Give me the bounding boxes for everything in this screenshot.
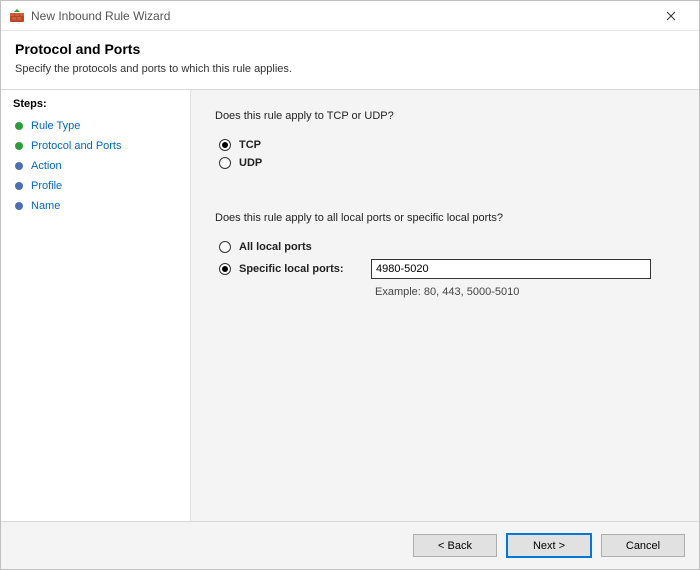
step-bullet-icon (15, 162, 23, 170)
radio-udp[interactable]: UDP (219, 154, 675, 172)
question-protocol: Does this rule apply to TCP or UDP? (215, 110, 675, 122)
radio-specific-ports-label: Specific local ports: (239, 263, 359, 275)
step-name[interactable]: Name (13, 196, 178, 216)
step-label: Profile (31, 180, 62, 192)
step-rule-type[interactable]: Rule Type (13, 116, 178, 136)
radio-icon (219, 263, 231, 275)
step-label: Action (31, 160, 62, 172)
ports-example-text: Example: 80, 443, 5000-5010 (375, 286, 675, 298)
step-bullet-icon (15, 122, 23, 130)
radio-icon (219, 241, 231, 253)
page-title: Protocol and Ports (15, 41, 685, 57)
step-label: Protocol and Ports (31, 140, 122, 152)
page-header: Protocol and Ports Specify the protocols… (1, 31, 699, 90)
close-icon (666, 8, 676, 24)
step-bullet-icon (15, 182, 23, 190)
back-button[interactable]: < Back (413, 534, 497, 557)
radio-tcp-label: TCP (239, 139, 261, 151)
specific-ports-input[interactable] (371, 259, 651, 279)
page-subtitle: Specify the protocols and ports to which… (15, 63, 685, 75)
cancel-button[interactable]: Cancel (601, 534, 685, 557)
radio-tcp[interactable]: TCP (219, 136, 675, 154)
step-action[interactable]: Action (13, 156, 178, 176)
steps-sidebar: Steps: Rule Type Protocol and Ports Acti… (1, 90, 191, 521)
firewall-wizard-icon (9, 8, 25, 24)
main-panel: Does this rule apply to TCP or UDP? TCP … (191, 90, 699, 521)
radio-all-ports[interactable]: All local ports (219, 238, 675, 256)
content-area: Steps: Rule Type Protocol and Ports Acti… (1, 90, 699, 521)
radio-all-ports-label: All local ports (239, 241, 312, 253)
titlebar: New Inbound Rule Wizard (1, 1, 699, 31)
window-title: New Inbound Rule Wizard (31, 9, 651, 23)
wizard-footer: < Back Next > Cancel (1, 521, 699, 569)
next-button[interactable]: Next > (507, 534, 591, 557)
radio-udp-label: UDP (239, 157, 262, 169)
radio-icon (219, 139, 231, 151)
close-button[interactable] (651, 2, 691, 30)
step-profile[interactable]: Profile (13, 176, 178, 196)
radio-specific-ports[interactable]: Specific local ports: (219, 263, 359, 275)
step-label: Name (31, 200, 60, 212)
steps-heading: Steps: (13, 98, 178, 110)
step-bullet-icon (15, 142, 23, 150)
radio-icon (219, 157, 231, 169)
step-label: Rule Type (31, 120, 80, 132)
question-ports: Does this rule apply to all local ports … (215, 212, 675, 224)
step-protocol-ports[interactable]: Protocol and Ports (13, 136, 178, 156)
step-bullet-icon (15, 202, 23, 210)
